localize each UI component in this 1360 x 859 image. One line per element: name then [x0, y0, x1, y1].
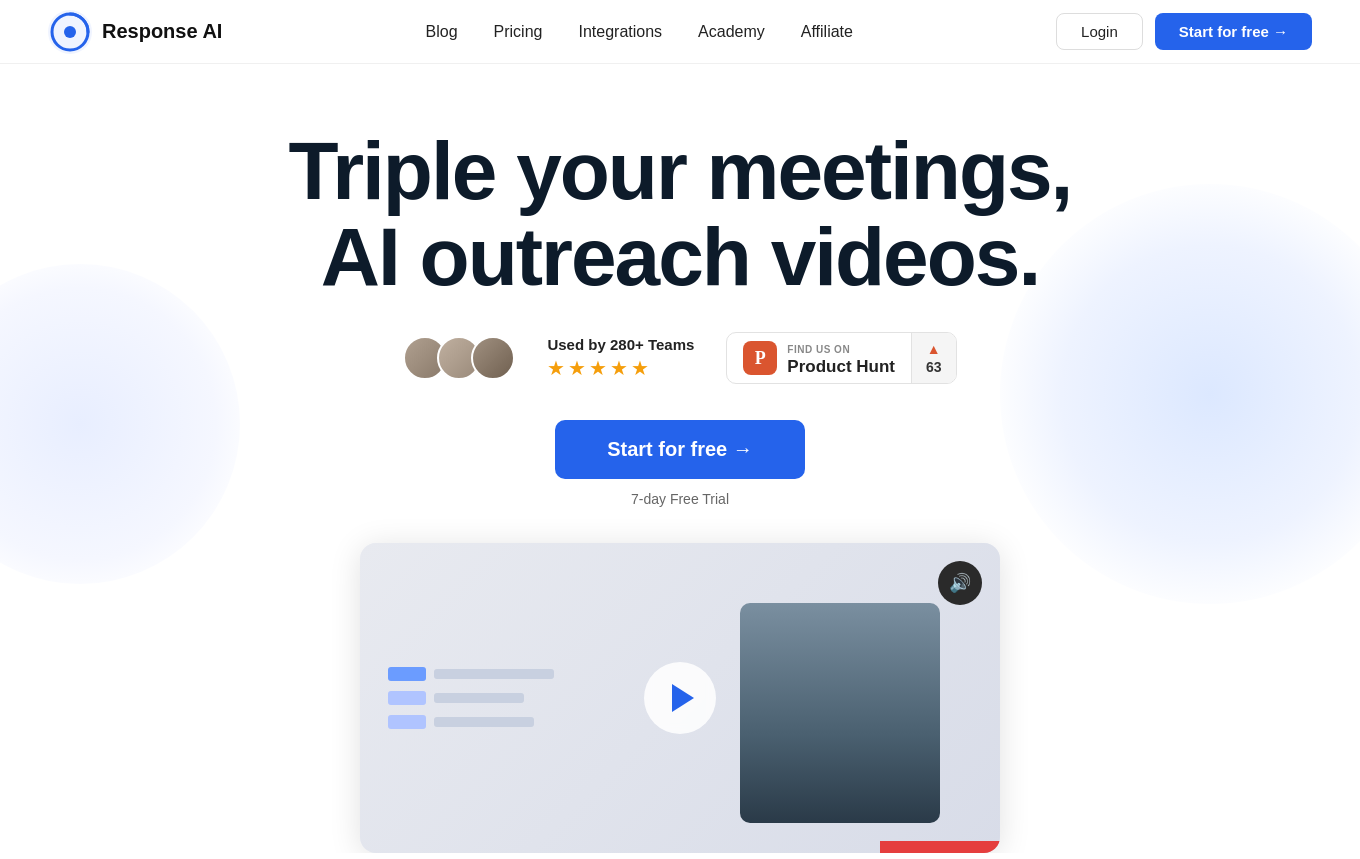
- panel-tag-3: [388, 715, 426, 729]
- nav-affiliate[interactable]: Affiliate: [801, 23, 853, 40]
- panel-row-3: [388, 715, 554, 729]
- nav-actions: Login Start for free →: [1056, 13, 1312, 50]
- ph-find-us-label: FIND US ON: [787, 344, 850, 355]
- video-bottom-bar: [880, 841, 1000, 853]
- ph-upvote-arrow: ▲: [927, 341, 941, 357]
- hero-title: Triple your meetings, AI outreach videos…: [200, 128, 1160, 300]
- avatar-stack: [403, 336, 515, 380]
- person-silhouette: [740, 603, 940, 823]
- ph-vote-count: ▲ 63: [911, 333, 956, 383]
- video-section: 🔊: [0, 543, 1360, 853]
- ph-badge-left: P FIND US ON Product Hunt: [727, 339, 911, 377]
- play-triangle-icon: [672, 684, 694, 712]
- sound-icon: 🔊: [949, 572, 971, 594]
- ph-icon: P: [743, 341, 777, 375]
- social-proof-row: Used by 280+ Teams ★ ★ ★ ★ ★ P FIND US O…: [0, 332, 1360, 384]
- panel-row-1: [388, 667, 554, 681]
- ph-count-number: 63: [926, 359, 942, 375]
- video-left-panel: [388, 667, 554, 729]
- nav-blog[interactable]: Blog: [426, 23, 458, 40]
- panel-tag-1: [388, 667, 426, 681]
- used-by: Used by 280+ Teams ★ ★ ★ ★ ★: [547, 336, 694, 380]
- panel-line-2: [434, 693, 524, 703]
- star-5: ★: [631, 356, 649, 380]
- sound-button[interactable]: 🔊: [938, 561, 982, 605]
- logo-icon: [48, 10, 92, 54]
- star-rating: ★ ★ ★ ★ ★: [547, 356, 694, 380]
- hero-section: Triple your meetings, AI outreach videos…: [0, 64, 1360, 853]
- star-1: ★: [547, 356, 565, 380]
- nav-links: Blog Pricing Integrations Academy Affili…: [426, 23, 853, 41]
- start-free-button-hero[interactable]: Start for free →: [555, 420, 805, 479]
- ph-product-hunt-name: Product Hunt: [787, 357, 895, 377]
- svg-point-2: [64, 26, 76, 38]
- logo[interactable]: Response AI: [48, 10, 222, 54]
- ph-text-area: FIND US ON Product Hunt: [787, 339, 895, 377]
- star-3: ★: [589, 356, 607, 380]
- used-by-text: Used by 280+ Teams: [547, 336, 694, 353]
- hero-title-line2: AI outreach videos.: [321, 211, 1039, 302]
- login-button[interactable]: Login: [1056, 13, 1143, 50]
- star-2: ★: [568, 356, 586, 380]
- start-free-button-nav[interactable]: Start for free →: [1155, 13, 1312, 50]
- logo-text: Response AI: [102, 20, 222, 43]
- cta-section: Start for free → 7-day Free Trial: [0, 420, 1360, 507]
- hero-title-line1: Triple your meetings,: [289, 125, 1072, 216]
- play-button[interactable]: [644, 662, 716, 734]
- nav-pricing[interactable]: Pricing: [494, 23, 543, 40]
- nav-academy[interactable]: Academy: [698, 23, 765, 40]
- video-wrapper: 🔊: [360, 543, 1000, 853]
- video-inner: 🔊: [360, 543, 1000, 853]
- star-4: ★: [610, 356, 628, 380]
- video-person: [740, 603, 940, 823]
- avatar-3: [471, 336, 515, 380]
- trial-text: 7-day Free Trial: [0, 491, 1360, 507]
- product-hunt-badge[interactable]: P FIND US ON Product Hunt ▲ 63: [726, 332, 956, 384]
- panel-tag-2: [388, 691, 426, 705]
- panel-line-3: [434, 717, 534, 727]
- nav-integrations[interactable]: Integrations: [578, 23, 662, 40]
- panel-row-2: [388, 691, 554, 705]
- panel-line-1: [434, 669, 554, 679]
- navbar: Response AI Blog Pricing Integrations Ac…: [0, 0, 1360, 64]
